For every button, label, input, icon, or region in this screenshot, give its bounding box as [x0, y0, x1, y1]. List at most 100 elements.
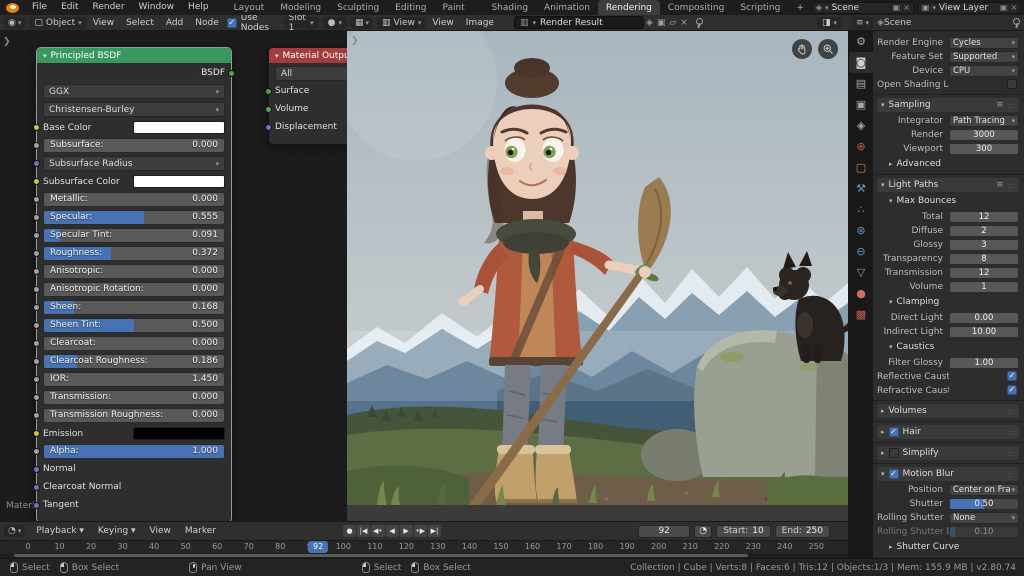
properties-tab-output[interactable]: ▤ — [849, 73, 873, 94]
next-keyframe-button[interactable]: •▶ — [414, 525, 428, 537]
input-socket-metallic[interactable] — [33, 196, 40, 203]
slider-sheen[interactable]: Sheen:0.168 — [43, 300, 225, 315]
slider-metallic[interactable]: Metallic:0.000 — [43, 192, 225, 207]
timeline-menu-marker[interactable]: Marker — [178, 524, 223, 539]
prop-field-glossy[interactable]: 3 — [949, 239, 1019, 251]
properties-tab-physics[interactable]: ⊛ — [849, 220, 873, 241]
display-channels-dropdown[interactable]: ◨ ▾ — [817, 17, 842, 29]
prop-field-diffuse[interactable]: 2 — [949, 225, 1019, 237]
view-layer-selector[interactable]: ▣ ▾ View Layer ▣ × — [918, 2, 1021, 14]
panel-checkbox-motion-blur[interactable]: ✓ — [889, 469, 899, 479]
prop-field-viewport[interactable]: 300 — [949, 143, 1019, 155]
input-socket-sheen[interactable] — [33, 304, 40, 311]
input-socket-subsurface[interactable] — [33, 142, 40, 149]
unlink-image-icon[interactable]: × — [678, 18, 690, 28]
input-socket-normal[interactable] — [33, 466, 40, 473]
input-socket-surface[interactable] — [265, 88, 272, 95]
slider-alpha[interactable]: Alpha:1.000 — [43, 444, 225, 459]
current-frame-field[interactable]: 92 — [638, 525, 690, 538]
panel-light-paths[interactable]: ▾Light Paths≡:: — [877, 178, 1019, 192]
color-swatch-subsurface-color[interactable] — [133, 175, 225, 188]
material-browse-button[interactable]: ● ▾ — [323, 17, 347, 29]
checkbox-refractive-caustics[interactable]: ✓ — [1007, 385, 1017, 395]
input-socket-base-color[interactable] — [33, 124, 40, 131]
input-socket-roughness[interactable] — [33, 250, 40, 257]
pan-hand-icon[interactable] — [792, 39, 812, 59]
prop-field-transmission[interactable]: 12 — [949, 267, 1019, 279]
input-socket-ior[interactable] — [33, 376, 40, 383]
image-datablock-selector[interactable]: ▥ ▾ Render Result — [514, 16, 644, 29]
workspace-tab-sculpting[interactable]: Sculpting — [329, 0, 387, 15]
caret-down-icon[interactable]: ▾ — [881, 470, 885, 478]
slider-anisotropic[interactable]: Anisotropic:0.000 — [43, 264, 225, 279]
color-swatch-emission[interactable] — [133, 427, 225, 440]
prop-dropdown-integrator[interactable]: Path Tracing▾ — [949, 115, 1019, 127]
caret-down-icon[interactable]: ▾ — [881, 181, 885, 189]
image-editor[interactable]: ❯ — [347, 31, 848, 521]
workspace-tab-shading[interactable]: Shading — [483, 0, 536, 15]
input-socket-emission[interactable] — [33, 430, 40, 437]
caret-down-icon[interactable]: ▾ — [889, 197, 893, 205]
slider-clearcoat-roughness[interactable]: Clearcoat Roughness:0.186 — [43, 354, 225, 369]
workspace-tab-modeling[interactable]: Modeling — [272, 0, 329, 15]
panel-hair[interactable]: ▸✓Hair:: — [877, 425, 1019, 439]
play-reverse-button[interactable]: ◀ — [386, 525, 399, 537]
properties-tab-tool[interactable]: ⚙ — [849, 31, 873, 52]
caret-down-icon[interactable]: ▾ — [889, 298, 893, 306]
start-frame-field[interactable]: Start: 10 — [716, 525, 770, 538]
prop-dropdown-position[interactable]: Center on Frame▾ — [949, 484, 1019, 496]
use-preview-range-button[interactable]: ◔ — [694, 525, 712, 538]
open-image-icon[interactable]: ▱ — [667, 18, 678, 28]
menu-edit[interactable]: Edit — [54, 0, 85, 15]
prop-slider-shutter[interactable]: 0.50 — [949, 498, 1019, 510]
scene-selector[interactable]: ◈ ▾ Scene ▣ × — [812, 2, 914, 14]
caret-right-icon[interactable]: ▸ — [881, 407, 885, 415]
caret-down-icon[interactable]: ▾ — [889, 343, 893, 351]
panel-volumes[interactable]: ▸Volumes:: — [877, 404, 1019, 418]
input-socket-anisotropic[interactable] — [33, 268, 40, 275]
dropdown-subsurface-radius[interactable]: Subsurface Radius▾ — [43, 156, 225, 171]
workspace-tab-layout[interactable]: Layout — [226, 0, 273, 15]
shader-menu-add[interactable]: Add — [160, 15, 189, 31]
bsdf-node-header[interactable]: ▾ Principled BSDF — [37, 48, 231, 63]
slider-transmission[interactable]: Transmission:0.000 — [43, 390, 225, 405]
end-frame-field[interactable]: End: 250 — [775, 525, 830, 538]
mode-dropdown[interactable]: ▢ Object ▾ — [29, 17, 86, 29]
prop-field-volume[interactable]: 1 — [949, 281, 1019, 293]
prop-dropdown-rolling-shutter[interactable]: None▾ — [949, 512, 1019, 524]
scrollbar-thumb[interactable] — [14, 554, 748, 557]
editor-type-button[interactable]: ▦ ▾ — [351, 17, 373, 29]
input-socket-clearcoat-normal[interactable] — [33, 484, 40, 491]
properties-tab-constraints[interactable]: ⊖ — [849, 241, 873, 262]
properties-tab-scene[interactable]: ◈ — [849, 115, 873, 136]
record-button[interactable]: ● — [343, 525, 356, 537]
new-view-layer-icon[interactable]: ▣ — [1000, 3, 1008, 12]
collapse-caret-icon[interactable]: ▾ — [43, 52, 47, 60]
slider-transmission-roughness[interactable]: Transmission Roughness:0.000 — [43, 408, 225, 423]
dropdown-ggx[interactable]: GGX▾ — [43, 84, 225, 99]
new-image-icon[interactable]: ▣ — [655, 18, 668, 28]
properties-tab-object[interactable]: ▢ — [849, 157, 873, 178]
properties-tab-material[interactable]: ● — [849, 283, 873, 304]
panel-simplify[interactable]: ▸Simplify:: — [877, 446, 1019, 460]
panel-motion-blur[interactable]: ▾✓Motion Blur:: — [877, 467, 1019, 481]
use-nodes-checkbox[interactable]: ✓ — [227, 18, 237, 28]
slider-anisotropic-rotation[interactable]: Anisotropic Rotation:0.000 — [43, 282, 225, 297]
panel-shutter-curve[interactable]: ▸Shutter Curve — [877, 540, 1019, 554]
panel-presets-icon[interactable]: ≡ — [996, 180, 1004, 190]
input-socket-anisotropic-rotation[interactable] — [33, 286, 40, 293]
workspace-tab-texture-paint[interactable]: Texture Paint — [435, 0, 484, 15]
menu-window[interactable]: Window — [132, 0, 182, 15]
caret-right-icon[interactable]: ▸ — [881, 428, 885, 436]
image-menu-image[interactable]: Image — [460, 15, 500, 31]
properties-tab-render[interactable]: ◙ — [849, 52, 873, 73]
editor-type-button[interactable]: ≡ ▾ — [852, 17, 873, 29]
prop-field-indirect-light[interactable]: 10.00 — [949, 326, 1019, 338]
input-socket-specular-tint[interactable] — [33, 232, 40, 239]
caret-right-icon[interactable]: ▸ — [889, 160, 893, 168]
workspace-tab-scripting[interactable]: Scripting — [732, 0, 788, 15]
caret-down-icon[interactable]: ▾ — [881, 101, 885, 109]
shader-menu-select[interactable]: Select — [120, 15, 160, 31]
jump-to-end-button[interactable]: ▶| — [428, 525, 441, 537]
panel-advanced[interactable]: ▸Advanced — [877, 157, 1019, 171]
